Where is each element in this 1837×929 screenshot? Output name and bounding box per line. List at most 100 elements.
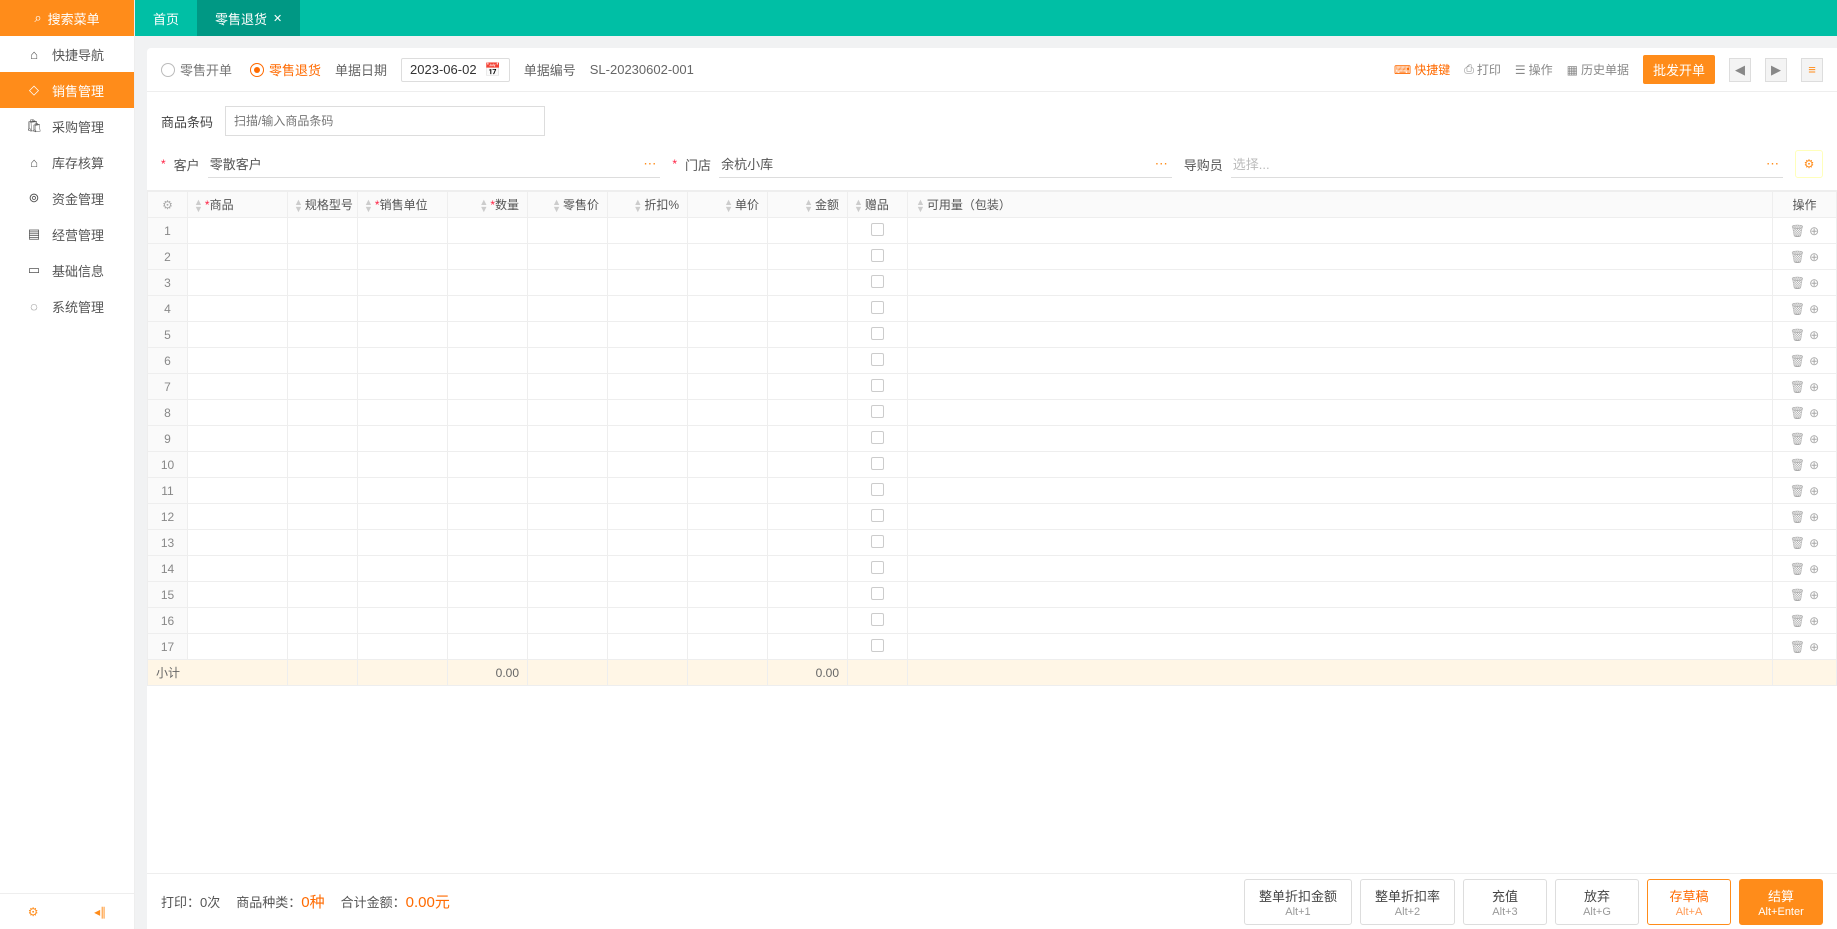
table-row[interactable]: 6🗑⊕ <box>148 348 1837 374</box>
delete-icon[interactable]: 🗑 <box>1790 380 1805 394</box>
checkbox-icon[interactable] <box>871 431 884 444</box>
footer-button-4[interactable]: 存草稿Alt+A <box>1647 879 1731 925</box>
cell[interactable] <box>358 270 448 296</box>
cell[interactable] <box>528 582 608 608</box>
footer-button-5[interactable]: 结算Alt+Enter <box>1739 879 1823 925</box>
cell[interactable] <box>688 634 768 660</box>
cell[interactable] <box>688 426 768 452</box>
cell[interactable] <box>608 374 688 400</box>
cell[interactable] <box>188 400 288 426</box>
cell[interactable] <box>448 504 528 530</box>
table-row[interactable]: 7🗑⊕ <box>148 374 1837 400</box>
cell[interactable] <box>188 322 288 348</box>
table-row[interactable]: 3🗑⊕ <box>148 270 1837 296</box>
store-picker[interactable]: 余杭小库 ⋯ <box>719 150 1172 178</box>
sidebar-item-0[interactable]: ⌂快捷导航 <box>0 36 134 72</box>
footer-button-3[interactable]: 放弃Alt+G <box>1555 879 1639 925</box>
table-row[interactable]: 4🗑⊕ <box>148 296 1837 322</box>
cell[interactable] <box>608 426 688 452</box>
checkbox-icon[interactable] <box>871 509 884 522</box>
prev-doc-button[interactable]: ◀ <box>1729 58 1751 82</box>
settings-gear-icon[interactable]: ⚙ <box>28 905 39 919</box>
table-row[interactable]: 1🗑⊕ <box>148 218 1837 244</box>
add-icon[interactable]: ⊕ <box>1809 354 1819 368</box>
next-doc-button[interactable]: ▶ <box>1765 58 1787 82</box>
col-header-5[interactable]: ▲▼零售价 <box>528 192 608 218</box>
cell[interactable] <box>608 608 688 634</box>
col-header-7[interactable]: ▲▼单价 <box>688 192 768 218</box>
cell[interactable] <box>528 244 608 270</box>
cell[interactable] <box>688 452 768 478</box>
collapse-sidebar-icon[interactable]: ◂∥ <box>94 905 106 919</box>
cell[interactable] <box>358 504 448 530</box>
cell[interactable] <box>528 478 608 504</box>
cell[interactable] <box>188 426 288 452</box>
sort-icon[interactable]: ▲▼ <box>633 199 642 213</box>
delete-icon[interactable]: 🗑 <box>1790 302 1805 316</box>
cell[interactable] <box>448 634 528 660</box>
add-icon[interactable]: ⊕ <box>1809 458 1819 472</box>
table-row[interactable]: 9🗑⊕ <box>148 426 1837 452</box>
cell[interactable] <box>288 634 358 660</box>
cell[interactable] <box>908 582 1773 608</box>
cell[interactable] <box>608 582 688 608</box>
cell[interactable] <box>768 218 848 244</box>
col-header-9[interactable]: ▲▼赠品 <box>848 192 908 218</box>
cell[interactable] <box>608 244 688 270</box>
cell[interactable] <box>688 400 768 426</box>
cell[interactable] <box>358 556 448 582</box>
cell[interactable] <box>188 348 288 374</box>
cell[interactable] <box>288 244 358 270</box>
cell[interactable] <box>448 556 528 582</box>
add-icon[interactable]: ⊕ <box>1809 536 1819 550</box>
cell[interactable] <box>188 504 288 530</box>
barcode-input[interactable] <box>225 106 545 136</box>
checkbox-icon[interactable] <box>871 639 884 652</box>
col-header-0[interactable]: ⚙ <box>148 192 188 218</box>
delete-icon[interactable]: 🗑 <box>1790 614 1805 628</box>
table-row[interactable]: 13🗑⊕ <box>148 530 1837 556</box>
checkbox-icon[interactable] <box>871 587 884 600</box>
cell[interactable] <box>908 530 1773 556</box>
line-items-table-wrapper[interactable]: ⚙▲▼*商品▲▼规格型号▲▼*销售单位▲▼*数量▲▼零售价▲▼折扣%▲▼单价▲▼… <box>147 190 1837 873</box>
cell[interactable] <box>688 270 768 296</box>
cell[interactable] <box>528 296 608 322</box>
close-icon[interactable]: ✕ <box>273 12 282 25</box>
guide-picker[interactable]: 选择... ⋯ <box>1231 150 1783 178</box>
add-icon[interactable]: ⊕ <box>1809 640 1819 654</box>
cell[interactable] <box>688 608 768 634</box>
sort-icon[interactable]: ▲▼ <box>552 199 561 213</box>
cell[interactable] <box>688 374 768 400</box>
cell[interactable] <box>528 322 608 348</box>
gift-cell[interactable] <box>848 374 908 400</box>
checkbox-icon[interactable] <box>871 561 884 574</box>
cell[interactable] <box>688 556 768 582</box>
col-header-6[interactable]: ▲▼折扣% <box>608 192 688 218</box>
gift-cell[interactable] <box>848 530 908 556</box>
sidebar-item-3[interactable]: ⌂库存核算 <box>0 144 134 180</box>
header-link-0[interactable]: ⌨快捷键 <box>1394 61 1450 78</box>
sort-icon[interactable]: ▲▼ <box>804 199 813 213</box>
cell[interactable] <box>528 452 608 478</box>
cell[interactable] <box>608 296 688 322</box>
cell[interactable] <box>448 530 528 556</box>
cell[interactable] <box>188 270 288 296</box>
cell[interactable] <box>288 504 358 530</box>
sort-icon[interactable]: ▲▼ <box>364 199 373 213</box>
checkbox-icon[interactable] <box>871 353 884 366</box>
delete-icon[interactable]: 🗑 <box>1790 328 1805 342</box>
delete-icon[interactable]: 🗑 <box>1790 484 1805 498</box>
cell[interactable] <box>768 270 848 296</box>
cell[interactable] <box>448 348 528 374</box>
table-settings-button[interactable]: ⚙ <box>1795 150 1823 178</box>
radio-option-1[interactable]: 零售退货 <box>250 60 321 79</box>
cell[interactable] <box>908 322 1773 348</box>
cell[interactable] <box>908 244 1773 270</box>
cell[interactable] <box>358 530 448 556</box>
add-icon[interactable]: ⊕ <box>1809 276 1819 290</box>
cell[interactable] <box>908 218 1773 244</box>
cell[interactable] <box>908 296 1773 322</box>
table-row[interactable]: 8🗑⊕ <box>148 400 1837 426</box>
checkbox-icon[interactable] <box>871 405 884 418</box>
header-link-2[interactable]: ☰操作 <box>1515 61 1553 78</box>
